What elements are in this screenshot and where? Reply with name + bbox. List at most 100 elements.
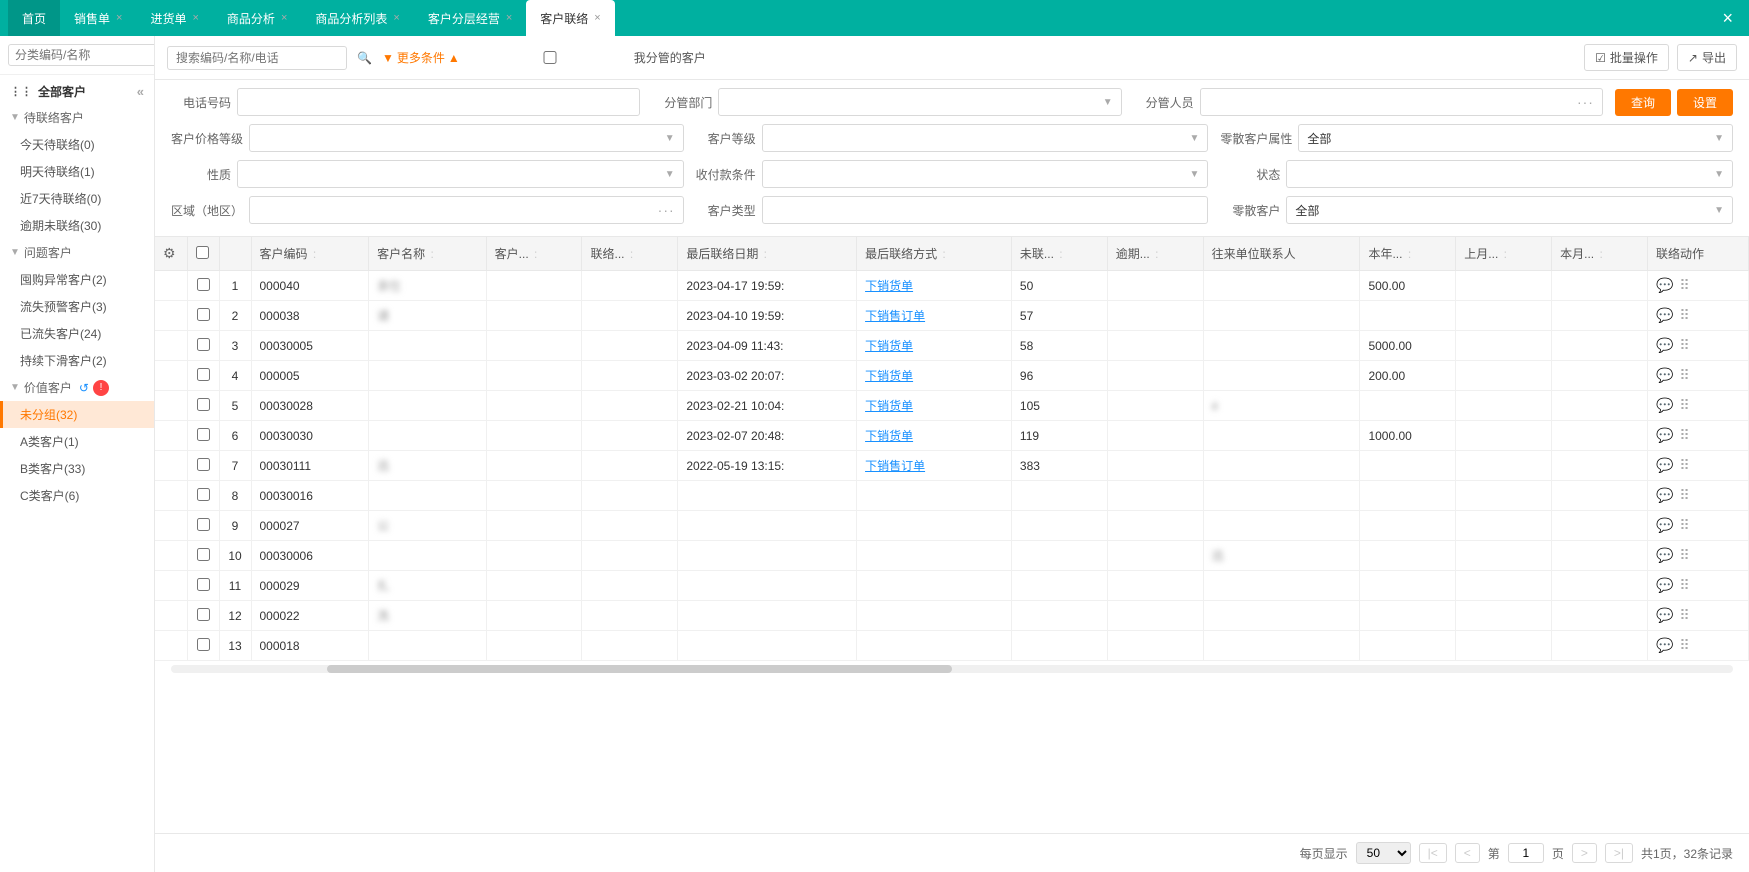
- retail-attr-select[interactable]: 全部 ▼: [1298, 124, 1733, 152]
- contact-icon[interactable]: 💬: [1656, 517, 1673, 534]
- contact-icon[interactable]: 💬: [1656, 337, 1673, 354]
- sidebar-item-declining[interactable]: 持续下滑客户(2): [0, 347, 154, 374]
- search-input[interactable]: [167, 46, 347, 70]
- contact-icon[interactable]: 💬: [1656, 547, 1673, 564]
- th-overdue[interactable]: 逾期... :: [1107, 237, 1203, 271]
- more-action-icon[interactable]: ⠿: [1679, 277, 1689, 294]
- td-checkbox[interactable]: [187, 541, 219, 571]
- last-page-btn[interactable]: >|: [1605, 843, 1633, 863]
- th-checkbox[interactable]: [187, 237, 219, 271]
- group-value-customers[interactable]: ▼ 价值客户 ↺ !: [0, 374, 154, 401]
- refresh-icon[interactable]: ↺: [79, 381, 89, 395]
- contact-icon[interactable]: 💬: [1656, 307, 1673, 324]
- row-checkbox[interactable]: [197, 428, 210, 441]
- row-checkbox[interactable]: [197, 518, 210, 531]
- sidebar-all-customers[interactable]: ⋮⋮ 全部客户 «: [0, 75, 154, 104]
- more-action-icon[interactable]: ⠿: [1679, 367, 1689, 384]
- td-checkbox[interactable]: [187, 511, 219, 541]
- manager-select[interactable]: ···: [1200, 88, 1603, 116]
- more-conditions-btn[interactable]: ▼ 更多条件 ▲: [382, 49, 460, 66]
- contact-icon[interactable]: 💬: [1656, 577, 1673, 594]
- more-action-icon[interactable]: ⠿: [1679, 547, 1689, 564]
- close-customer-contact-tab[interactable]: ×: [594, 12, 600, 24]
- more-action-icon[interactable]: ⠿: [1679, 487, 1689, 504]
- th-settings[interactable]: ⚙: [155, 237, 187, 271]
- sidebar-item-overdue-pending[interactable]: 逾期未联络(30): [0, 212, 154, 239]
- td-last-method[interactable]: 下销货单: [857, 421, 1012, 451]
- row-checkbox[interactable]: [197, 458, 210, 471]
- sidebar-item-7days-pending[interactable]: 近7天待联络(0): [0, 185, 154, 212]
- row-checkbox[interactable]: [197, 638, 210, 651]
- th-last-method[interactable]: 最后联络方式 :: [857, 237, 1012, 271]
- horizontal-scrollbar[interactable]: [155, 661, 1749, 677]
- first-page-btn[interactable]: |<: [1419, 843, 1447, 863]
- row-checkbox[interactable]: [197, 278, 210, 291]
- td-checkbox[interactable]: [187, 421, 219, 451]
- sidebar-item-today-pending[interactable]: 今天待联络(0): [0, 131, 154, 158]
- group-pending-contact[interactable]: ▼ 待联络客户: [0, 104, 154, 131]
- th-name[interactable]: 客户名称 :: [369, 237, 487, 271]
- close-product-list-tab[interactable]: ×: [393, 12, 399, 24]
- td-checkbox[interactable]: [187, 631, 219, 661]
- more-action-icon[interactable]: ⠿: [1679, 607, 1689, 624]
- row-checkbox[interactable]: [197, 608, 210, 621]
- td-checkbox[interactable]: [187, 451, 219, 481]
- per-page-select[interactable]: 50 100 200: [1356, 842, 1411, 864]
- th-last-date[interactable]: 最后联络日期 :: [678, 237, 857, 271]
- last-method-link[interactable]: 下销货单: [865, 279, 913, 293]
- contact-icon[interactable]: 💬: [1656, 607, 1673, 624]
- close-product-analysis-tab[interactable]: ×: [281, 12, 287, 24]
- row-checkbox[interactable]: [197, 338, 210, 351]
- sidebar-search-input[interactable]: [8, 44, 155, 66]
- tab-home[interactable]: 首页: [8, 0, 60, 36]
- last-method-link[interactable]: 下销售订单: [865, 309, 925, 323]
- last-method-link[interactable]: 下销货单: [865, 429, 913, 443]
- nature-select[interactable]: ▼: [237, 160, 684, 188]
- last-method-link[interactable]: 下销货单: [865, 399, 913, 413]
- row-checkbox[interactable]: [197, 488, 210, 501]
- reset-button[interactable]: 设置: [1677, 89, 1733, 116]
- td-checkbox[interactable]: [187, 361, 219, 391]
- filter-search-icon[interactable]: 🔍: [357, 51, 372, 65]
- more-action-icon[interactable]: ⠿: [1679, 637, 1689, 654]
- tab-customer-contact[interactable]: 客户联络 ×: [526, 0, 614, 36]
- contact-icon[interactable]: 💬: [1656, 487, 1673, 504]
- th-type[interactable]: 客户... :: [486, 237, 582, 271]
- dept-select[interactable]: ▼: [718, 88, 1121, 116]
- sidebar-item-unclassified[interactable]: 未分组(32): [0, 401, 154, 428]
- close-all-button[interactable]: ×: [1714, 8, 1741, 29]
- th-contact[interactable]: 联络... :: [582, 237, 678, 271]
- payment-select[interactable]: ▼: [762, 160, 1209, 188]
- td-checkbox[interactable]: [187, 571, 219, 601]
- contact-icon[interactable]: 💬: [1656, 637, 1673, 654]
- row-checkbox[interactable]: [197, 398, 210, 411]
- region-select[interactable]: ···: [249, 196, 684, 224]
- contact-icon[interactable]: 💬: [1656, 397, 1673, 414]
- sidebar-item-hoard-abnormal[interactable]: 囤购异常客户(2): [0, 266, 154, 293]
- tab-sales-order[interactable]: 销售单 ×: [60, 0, 136, 36]
- prev-page-btn[interactable]: <: [1455, 843, 1480, 863]
- tab-purchase-order[interactable]: 进货单 ×: [136, 0, 212, 36]
- td-checkbox[interactable]: [187, 271, 219, 301]
- my-customers-checkbox[interactable]: 我分管的客户: [470, 49, 706, 66]
- sidebar-item-churned[interactable]: 已流失客户(24): [0, 320, 154, 347]
- page-input[interactable]: [1508, 843, 1544, 863]
- next-page-btn[interactable]: >: [1572, 843, 1597, 863]
- td-last-method[interactable]: 下销货单: [857, 361, 1012, 391]
- td-checkbox[interactable]: [187, 331, 219, 361]
- row-checkbox[interactable]: [197, 578, 210, 591]
- phone-input[interactable]: [237, 88, 640, 116]
- export-btn[interactable]: ↗ 导出: [1677, 44, 1737, 71]
- query-button[interactable]: 查询: [1615, 89, 1671, 116]
- td-checkbox[interactable]: [187, 391, 219, 421]
- contact-icon[interactable]: 💬: [1656, 277, 1673, 294]
- my-customers-check[interactable]: [470, 51, 630, 64]
- contact-icon[interactable]: 💬: [1656, 427, 1673, 444]
- batch-operation-btn[interactable]: ☑ 批量操作: [1584, 44, 1669, 71]
- customer-grade-select[interactable]: ▼: [762, 124, 1209, 152]
- more-action-icon[interactable]: ⠿: [1679, 577, 1689, 594]
- td-checkbox[interactable]: [187, 301, 219, 331]
- contact-icon[interactable]: 💬: [1656, 367, 1673, 384]
- more-action-icon[interactable]: ⠿: [1679, 337, 1689, 354]
- td-checkbox[interactable]: [187, 481, 219, 511]
